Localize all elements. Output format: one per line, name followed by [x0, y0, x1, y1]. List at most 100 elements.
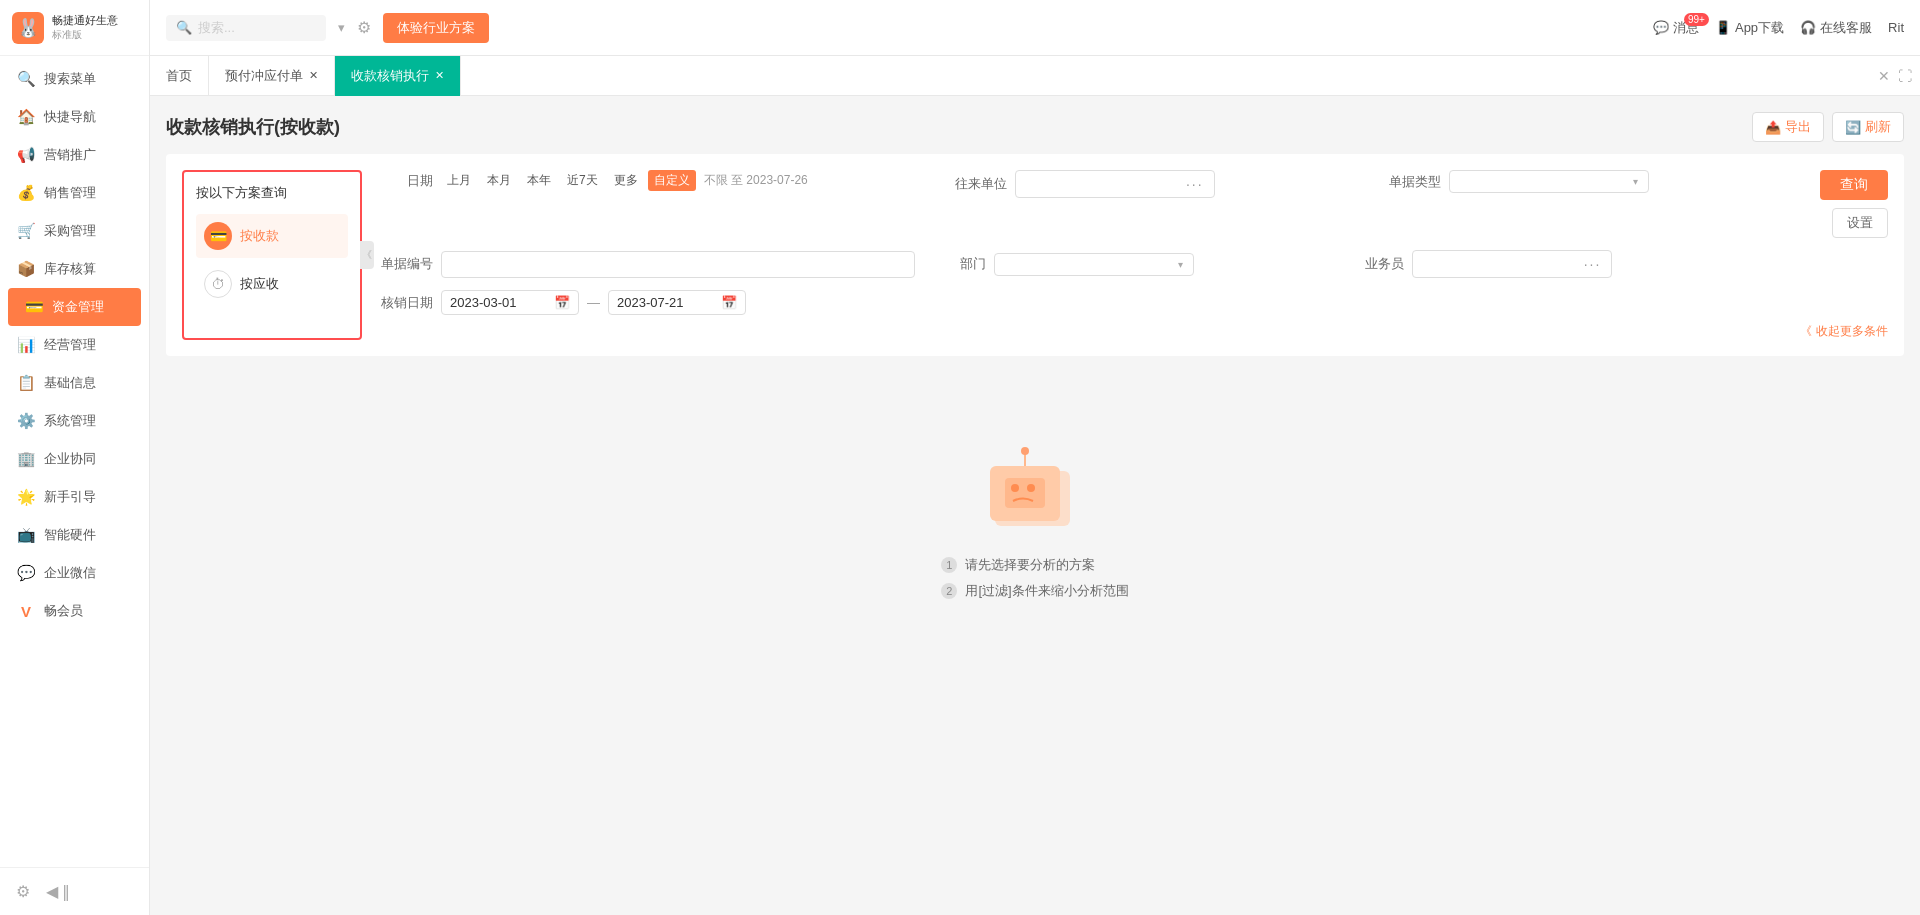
- verify-date-start-calendar-icon[interactable]: 📅: [554, 295, 570, 310]
- sidebar-item-search-menu[interactable]: 🔍 搜索菜单: [0, 60, 149, 98]
- user-menu[interactable]: Rit: [1888, 20, 1904, 35]
- guide-icon: 🌟: [16, 488, 36, 506]
- staff-dots-icon[interactable]: ···: [1584, 256, 1602, 272]
- sidebar-item-sales[interactable]: 💰 销售管理: [0, 174, 149, 212]
- doc-no-label: 单据编号: [378, 255, 433, 273]
- sidebar-item-hardware[interactable]: 📺 智能硬件: [0, 516, 149, 554]
- system-icon: ⚙️: [16, 412, 36, 430]
- marketing-icon: 📢: [16, 146, 36, 164]
- message-button[interactable]: 💬 消息 99+: [1653, 19, 1699, 37]
- online-service-button[interactable]: 🎧 在线客服: [1800, 19, 1872, 37]
- topbar-dropdown-icon[interactable]: ▾: [338, 20, 345, 35]
- member-icon: V: [16, 603, 36, 620]
- tip-item-2: 2 用[过滤]条件来缩小分析范围: [941, 578, 1128, 604]
- date-this-month[interactable]: 本月: [481, 170, 517, 191]
- sidebar-item-marketing[interactable]: 📢 营销推广: [0, 136, 149, 174]
- sidebar-item-member[interactable]: V 畅会员: [0, 592, 149, 630]
- date-last-month[interactable]: 上月: [441, 170, 477, 191]
- collapse-conditions-button[interactable]: 《 收起更多条件: [1800, 323, 1888, 340]
- settings-button[interactable]: 设置: [1832, 208, 1888, 238]
- topbar-search-icon: 🔍: [176, 20, 192, 35]
- svg-rect-2: [1005, 478, 1045, 508]
- collapse-sidebar-icon[interactable]: ◀ ‖: [46, 882, 70, 901]
- staff-label: 业务员: [1349, 255, 1404, 273]
- sidebar-item-guide[interactable]: 🌟 新手引导: [0, 478, 149, 516]
- receivable-icon: ⏱: [204, 270, 232, 298]
- svg-point-6: [1021, 447, 1029, 455]
- operations-icon: 📊: [16, 336, 36, 354]
- topbar: 🔍 搜索... ▾ ⚙ 体验行业方案 💬 消息 99+ 📱 App下载 🎧 在线…: [150, 0, 1920, 56]
- dept-label: 部门: [931, 255, 986, 273]
- tab-expand-icon[interactable]: ⛶: [1898, 68, 1912, 84]
- refresh-button[interactable]: 🔄 刷新: [1832, 112, 1904, 142]
- dept-select[interactable]: ▾: [994, 253, 1194, 276]
- service-icon: 🎧: [1800, 20, 1816, 35]
- app-download-button[interactable]: 📱 App下载: [1715, 19, 1784, 37]
- verify-date-end-wrap[interactable]: 📅: [608, 290, 746, 315]
- svg-point-3: [1011, 484, 1019, 492]
- date-range-separator: —: [587, 295, 600, 310]
- logo-text: 畅捷通好生意 标准版: [52, 13, 118, 41]
- tab-close-all-icon[interactable]: ✕: [1878, 68, 1890, 84]
- date-hint: 不限 至 2023-07-26: [704, 172, 808, 189]
- settings-icon[interactable]: ⚙: [16, 882, 30, 901]
- app-icon: 📱: [1715, 20, 1731, 35]
- purchase-icon: 🛒: [16, 222, 36, 240]
- tip-item-1: 1 请先选择要分析的方案: [941, 552, 1128, 578]
- staff-input[interactable]: ···: [1412, 250, 1612, 278]
- sidebar-item-wechat[interactable]: 💬 企业微信: [0, 554, 149, 592]
- finance-icon: 💳: [24, 298, 44, 316]
- collapse-query-panel-btn[interactable]: 《: [360, 241, 374, 269]
- sidebar-item-operations[interactable]: 📊 经营管理: [0, 326, 149, 364]
- verify-date-start-wrap[interactable]: 📅: [441, 290, 579, 315]
- tab-close-prepay[interactable]: ✕: [309, 69, 318, 82]
- verify-date-label: 核销日期: [378, 294, 433, 312]
- collapse-icon: 《: [1800, 323, 1812, 340]
- solution-button[interactable]: 体验行业方案: [383, 13, 489, 43]
- filter-panel: 按以下方案查询 💳 按收款 ⏱ 按应收 《 日期: [166, 154, 1904, 356]
- partner-dots-icon[interactable]: ···: [1186, 176, 1204, 192]
- logo-icon: 🐰: [12, 12, 44, 44]
- topbar-right: 💬 消息 99+ 📱 App下载 🎧 在线客服 Rit: [1653, 19, 1904, 37]
- date-custom[interactable]: 自定义: [648, 170, 696, 191]
- page-content: 收款核销执行(按收款) 📤 导出 🔄 刷新 按以下方案查询 💳 按收款: [150, 96, 1920, 915]
- search-menu-icon: 🔍: [16, 70, 36, 88]
- page-header: 收款核销执行(按收款) 📤 导出 🔄 刷新: [166, 112, 1904, 142]
- verify-date-start-input[interactable]: [450, 295, 550, 310]
- sidebar-item-system[interactable]: ⚙️ 系统管理: [0, 402, 149, 440]
- page-actions: 📤 导出 🔄 刷新: [1752, 112, 1904, 142]
- partner-input[interactable]: ···: [1015, 170, 1215, 198]
- query-type-panel: 按以下方案查询 💳 按收款 ⏱ 按应收 《: [182, 170, 362, 340]
- tab-close-receivable[interactable]: ✕: [435, 69, 444, 82]
- sidebar-item-purchase[interactable]: 🛒 采购管理: [0, 212, 149, 250]
- date-more[interactable]: 更多: [608, 170, 644, 191]
- date-this-year[interactable]: 本年: [521, 170, 557, 191]
- refresh-icon: 🔄: [1845, 120, 1861, 135]
- tabs-actions: ✕ ⛶: [1870, 68, 1920, 84]
- sidebar-item-enterprise[interactable]: 🏢 企业协同: [0, 440, 149, 478]
- inventory-icon: 📦: [16, 260, 36, 278]
- quick-nav-icon: 🏠: [16, 108, 36, 126]
- verify-date-end-input[interactable]: [617, 295, 717, 310]
- tab-receivable[interactable]: 收款核销执行 ✕: [335, 56, 461, 96]
- tab-home[interactable]: 首页: [150, 56, 209, 96]
- sidebar-item-basic-info[interactable]: 📋 基础信息: [0, 364, 149, 402]
- sidebar-item-finance[interactable]: 💳 资金管理: [8, 288, 141, 326]
- export-button[interactable]: 📤 导出: [1752, 112, 1824, 142]
- query-button[interactable]: 查询: [1820, 170, 1888, 200]
- verify-date-end-calendar-icon[interactable]: 📅: [721, 295, 737, 310]
- doc-no-input[interactable]: [441, 251, 915, 278]
- doc-type-select[interactable]: ▾: [1449, 170, 1649, 193]
- topbar-search[interactable]: 🔍 搜索...: [166, 15, 326, 41]
- sidebar-item-inventory[interactable]: 📦 库存核算: [0, 250, 149, 288]
- sidebar: 🐰 畅捷通好生意 标准版 🔍 搜索菜单 🏠 快捷导航 📢 营销推广 💰 销售管理…: [0, 0, 150, 915]
- topbar-gear-icon[interactable]: ⚙: [357, 18, 371, 37]
- date-7days[interactable]: 近7天: [561, 170, 604, 191]
- tab-prepay[interactable]: 预付冲应付单 ✕: [209, 56, 335, 96]
- basic-info-icon: 📋: [16, 374, 36, 392]
- sidebar-item-quick-nav[interactable]: 🏠 快捷导航: [0, 98, 149, 136]
- query-type-by-receipt[interactable]: 💳 按收款: [196, 214, 348, 258]
- query-type-by-receivable[interactable]: ⏱ 按应收: [196, 262, 348, 306]
- doc-type-label: 单据类型: [1386, 173, 1441, 191]
- message-icon: 💬: [1653, 20, 1669, 35]
